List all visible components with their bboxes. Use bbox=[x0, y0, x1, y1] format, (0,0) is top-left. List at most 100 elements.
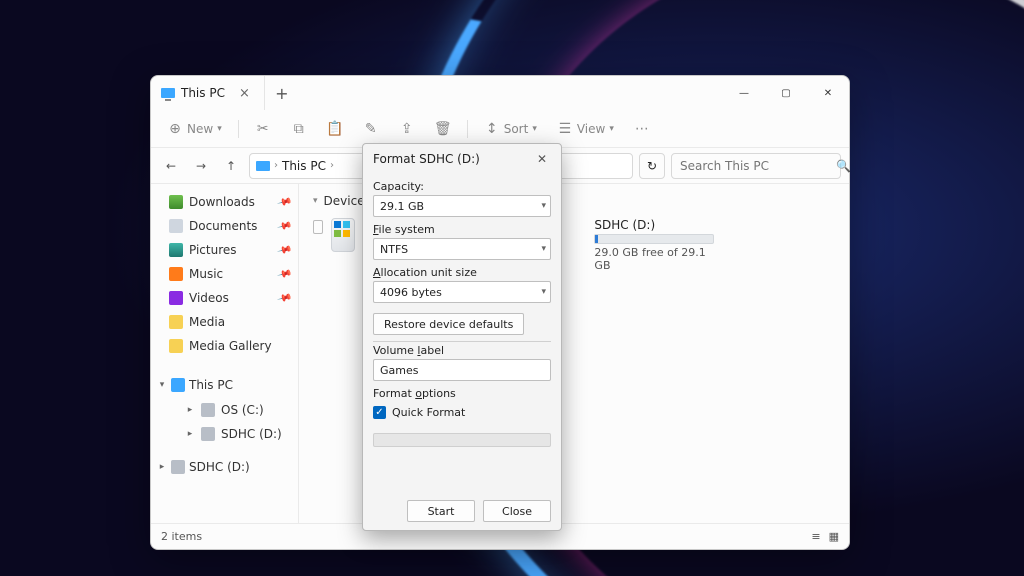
refresh-button[interactable]: ↻ bbox=[639, 153, 665, 179]
capacity-label: Capacity: bbox=[373, 180, 551, 193]
up-button[interactable]: ↑ bbox=[219, 154, 243, 178]
delete-button[interactable]: 🗑 bbox=[427, 117, 459, 141]
pin-icon: 📌 bbox=[276, 194, 292, 210]
sidebar-item-label: This PC bbox=[189, 378, 233, 392]
cut-button[interactable]: ✂ bbox=[247, 117, 279, 141]
sidebar-item-label: Music bbox=[189, 267, 223, 281]
plus-circle-icon: ⊕ bbox=[167, 121, 183, 137]
close-tab-button[interactable]: × bbox=[239, 86, 250, 101]
close-dialog-button[interactable]: ✕ bbox=[533, 150, 551, 168]
restore-defaults-button[interactable]: Restore device defaults bbox=[373, 313, 524, 335]
quick-format-label: Quick Format bbox=[392, 406, 465, 419]
chevron-down-icon: ▾ bbox=[541, 201, 546, 211]
allocation-select[interactable]: 4096 bytes ▾ bbox=[373, 281, 551, 303]
share-button[interactable]: ⇪ bbox=[391, 117, 423, 141]
volume-label-label: Volume label bbox=[373, 341, 551, 357]
sort-label: Sort bbox=[504, 122, 529, 136]
filesystem-select[interactable]: NTFS ▾ bbox=[373, 238, 551, 260]
rename-icon: ✎ bbox=[363, 121, 379, 137]
sidebar-item-media[interactable]: Media bbox=[151, 310, 298, 334]
view-icon: ☰ bbox=[557, 121, 573, 137]
sidebar-item-downloads[interactable]: Downloads 📌 bbox=[151, 190, 298, 214]
back-button[interactable]: ← bbox=[159, 154, 183, 178]
maximize-button[interactable]: ▢ bbox=[765, 76, 807, 110]
close-button[interactable]: Close bbox=[483, 500, 551, 522]
pin-icon: 📌 bbox=[276, 218, 292, 234]
volume-label-input[interactable]: Games bbox=[373, 359, 551, 381]
dialog-titlebar: Format SDHC (D:) ✕ bbox=[373, 150, 551, 168]
allocation-label: Allocation unit size bbox=[373, 266, 551, 279]
filesystem-label: File system bbox=[373, 223, 551, 236]
drive-item-sdhc[interactable]: SDHC (D:) 29.0 GB free of 29.1 GB bbox=[553, 218, 723, 272]
ellipsis-icon: ⋯ bbox=[634, 121, 650, 137]
sidebar-item-label: Downloads bbox=[189, 195, 255, 209]
window-controls: — ▢ ✕ bbox=[723, 76, 849, 110]
more-button[interactable]: ⋯ bbox=[626, 117, 658, 141]
view-label: View bbox=[577, 122, 605, 136]
drive-free-text: 29.0 GB free of 29.1 GB bbox=[594, 246, 723, 272]
pin-icon: 📌 bbox=[276, 266, 292, 282]
drive-checkbox[interactable] bbox=[313, 220, 323, 234]
chevron-down-icon: ▾ bbox=[157, 380, 167, 390]
minimize-button[interactable]: — bbox=[723, 76, 765, 110]
music-icon bbox=[169, 267, 183, 281]
tiles-view-button[interactable]: ▦ bbox=[829, 530, 839, 543]
start-button[interactable]: Start bbox=[407, 500, 475, 522]
sidebar-group-this-pc[interactable]: ▾ This PC bbox=[151, 372, 298, 398]
capacity-value: 29.1 GB bbox=[380, 200, 424, 213]
chevron-down-icon: ▾ bbox=[541, 244, 546, 254]
drive-icon bbox=[201, 403, 215, 417]
drive-icon bbox=[201, 427, 215, 441]
sidebar-item-label: SDHC (D:) bbox=[189, 460, 250, 474]
format-progress-bar bbox=[373, 433, 551, 447]
sidebar-item-label: Videos bbox=[189, 291, 229, 305]
downloads-icon bbox=[169, 195, 183, 209]
drive-name: SDHC (D:) bbox=[594, 218, 723, 232]
sidebar-item-music[interactable]: Music 📌 bbox=[151, 262, 298, 286]
monitor-icon bbox=[171, 378, 185, 392]
folder-icon bbox=[169, 339, 183, 353]
sort-button[interactable]: ↕ Sort ▾ bbox=[476, 117, 545, 141]
folder-icon bbox=[169, 315, 183, 329]
pin-icon: 📌 bbox=[276, 290, 292, 306]
chevron-right-icon: ▸ bbox=[157, 462, 167, 472]
sidebar-item-sdhc-d[interactable]: ▸SDHC (D:) bbox=[151, 422, 298, 446]
sidebar-item-media-gallery[interactable]: Media Gallery bbox=[151, 334, 298, 358]
sidebar-item-label: OS (C:) bbox=[221, 403, 264, 417]
chevron-down-icon: ▾ bbox=[532, 124, 537, 134]
new-button[interactable]: ⊕ New ▾ bbox=[159, 117, 230, 141]
new-tab-button[interactable]: + bbox=[265, 76, 299, 110]
copy-button[interactable]: ⧉ bbox=[283, 117, 315, 141]
view-button[interactable]: ☰ View ▾ bbox=[549, 117, 622, 141]
sidebar-group-sdhc[interactable]: ▸ SDHC (D:) bbox=[151, 454, 298, 480]
sidebar-item-label: SDHC (D:) bbox=[221, 427, 282, 441]
checkbox-checked-icon: ✓ bbox=[373, 406, 386, 419]
forward-button[interactable]: → bbox=[189, 154, 213, 178]
new-label: New bbox=[187, 122, 213, 136]
tab-this-pc[interactable]: This PC × bbox=[151, 76, 265, 110]
sidebar-item-label: Pictures bbox=[189, 243, 237, 257]
close-window-button[interactable]: ✕ bbox=[807, 76, 849, 110]
sidebar-item-pictures[interactable]: Pictures📌 bbox=[151, 238, 298, 262]
chevron-down-icon: ▾ bbox=[541, 287, 546, 297]
rename-button[interactable]: ✎ bbox=[355, 117, 387, 141]
volume-label-value: Games bbox=[380, 364, 418, 377]
drive-usage-bar bbox=[594, 234, 714, 244]
search-input[interactable] bbox=[680, 159, 830, 173]
chevron-right-icon: › bbox=[274, 160, 278, 171]
capacity-select[interactable]: 29.1 GB ▾ bbox=[373, 195, 551, 217]
windows-drive-icon bbox=[331, 218, 355, 252]
paste-button[interactable]: 📋 bbox=[319, 117, 351, 141]
chevron-down-icon: ▾ bbox=[313, 196, 318, 206]
sidebar-item-documents[interactable]: Documents 📌 bbox=[151, 214, 298, 238]
search-box[interactable]: 🔍 bbox=[671, 153, 841, 179]
share-icon: ⇪ bbox=[399, 121, 415, 137]
sidebar-item-label: Documents bbox=[189, 219, 257, 233]
sidebar-item-os-c[interactable]: ▸OS (C:) bbox=[151, 398, 298, 422]
filesystem-value: NTFS bbox=[380, 243, 408, 256]
separator bbox=[467, 120, 468, 138]
quick-format-checkbox[interactable]: ✓ Quick Format bbox=[373, 406, 551, 419]
sidebar-item-videos[interactable]: Videos 📌 bbox=[151, 286, 298, 310]
trash-icon: 🗑 bbox=[435, 121, 451, 137]
details-view-button[interactable]: ≡ bbox=[811, 530, 820, 543]
